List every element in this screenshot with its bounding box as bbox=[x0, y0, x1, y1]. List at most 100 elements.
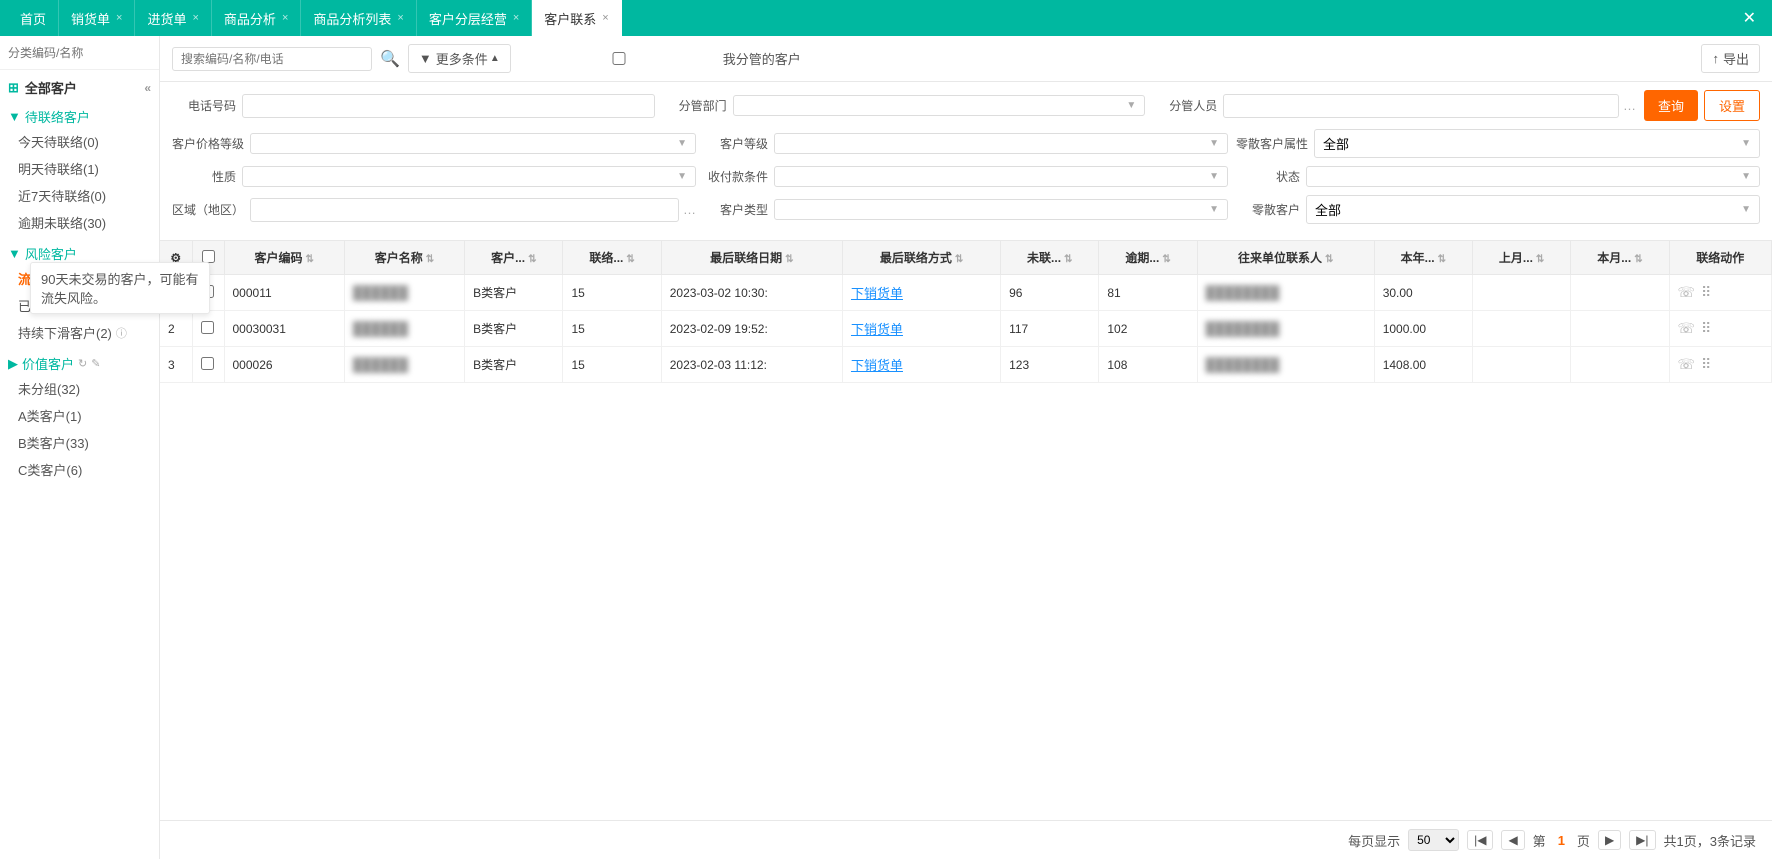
close-tab-customer-tier[interactable]: × bbox=[513, 12, 519, 24]
manager-input[interactable] bbox=[1223, 94, 1619, 118]
close-tab-customer-contact[interactable]: × bbox=[602, 12, 608, 24]
cust-type-select[interactable]: ▼ bbox=[774, 199, 1228, 220]
select-all-checkbox[interactable] bbox=[202, 250, 215, 263]
region-input[interactable] bbox=[250, 198, 679, 222]
th-last-month[interactable]: 上月...⇅ bbox=[1472, 241, 1570, 275]
phone-action-icon[interactable]: ☏ bbox=[1678, 356, 1696, 373]
search-button[interactable]: 🔍 bbox=[380, 49, 400, 69]
per-page-select[interactable]: 50 100 200 bbox=[1408, 829, 1459, 851]
sidebar-group-value-label[interactable]: ▶ 价值客户 ↻ ✎ bbox=[0, 350, 159, 375]
manager-more-icon[interactable]: … bbox=[1623, 98, 1636, 113]
row-checkbox[interactable] bbox=[201, 321, 214, 334]
sidebar-item-b-class[interactable]: B类客户(33) bbox=[0, 429, 159, 456]
close-tab-purchase-order[interactable]: × bbox=[192, 12, 198, 24]
prev-page-button[interactable]: ◀ bbox=[1501, 830, 1524, 850]
tab-home[interactable]: 首页 bbox=[8, 0, 59, 36]
filter-field-manager: 分管人员 … bbox=[1153, 94, 1636, 118]
sidebar-item-7days[interactable]: 近7天待联络(0) bbox=[0, 182, 159, 209]
top-tab-bar: 首页 销货单 × 进货单 × 商品分析 × 商品分析列表 × 客户分层经营 × … bbox=[0, 0, 1772, 36]
sidebar-item-overdue[interactable]: 逾期未联络(30) bbox=[0, 209, 159, 236]
sidebar-item-today[interactable]: 今天待联络(0) bbox=[0, 128, 159, 155]
filter-row-1: 电话号码 分管部门 ▼ 分管人员 … 查询 设置 bbox=[172, 90, 1760, 121]
more-action-icon[interactable]: ⠿ bbox=[1701, 356, 1711, 373]
th-code[interactable]: 客户编码⇅ bbox=[224, 241, 344, 275]
dept-select[interactable]: ▼ bbox=[733, 95, 1146, 116]
chevron-down-icon-cust-type: ▼ bbox=[1209, 204, 1219, 215]
payment-select[interactable]: ▼ bbox=[774, 166, 1228, 187]
nature-select[interactable]: ▼ bbox=[242, 166, 696, 187]
tab-purchase-order[interactable]: 进货单 × bbox=[135, 0, 211, 36]
arrow-down-icon-risk: ▼ bbox=[8, 246, 21, 261]
tab-product-analysis-list[interactable]: 商品分析列表 × bbox=[301, 0, 416, 36]
row-checkbox[interactable] bbox=[201, 357, 214, 370]
cell-checkbox[interactable] bbox=[192, 311, 224, 347]
sort-icon-code: ⇅ bbox=[305, 254, 313, 265]
more-action-icon[interactable]: ⠿ bbox=[1701, 320, 1711, 337]
phone-action-icon[interactable]: ☏ bbox=[1678, 284, 1696, 301]
search-input[interactable] bbox=[172, 47, 372, 71]
export-button[interactable]: ↑ 导出 bbox=[1701, 44, 1760, 73]
sidebar-item-a-class[interactable]: A类客户(1) bbox=[0, 402, 159, 429]
cell-this-month bbox=[1571, 311, 1669, 347]
sidebar-all-customers-header[interactable]: ⊞ 全部客户 « bbox=[0, 70, 159, 101]
phone-action-icon[interactable]: ☏ bbox=[1678, 320, 1696, 337]
cell-last-method[interactable]: 下销货单 bbox=[842, 347, 1000, 383]
tab-product-analysis[interactable]: 商品分析 × bbox=[212, 0, 301, 36]
th-this-month[interactable]: 本月...⇅ bbox=[1571, 241, 1669, 275]
close-tab-product-analysis[interactable]: × bbox=[282, 12, 288, 24]
th-contact-count[interactable]: 联络...⇅ bbox=[563, 241, 661, 275]
sort-icon-last-month: ⇅ bbox=[1536, 254, 1544, 265]
query-button[interactable]: 查询 bbox=[1644, 90, 1698, 121]
cell-seq: 3 bbox=[160, 347, 192, 383]
refresh-icon[interactable]: ↻ bbox=[78, 357, 87, 370]
table-row: 2 00030031 ██████ B类客户 15 2023-02-09 19:… bbox=[160, 311, 1772, 347]
info-icon-declining: ⓘ bbox=[116, 325, 127, 341]
edit-icon[interactable]: ✎ bbox=[91, 357, 100, 370]
tab-sales-order[interactable]: 销货单 × bbox=[59, 0, 135, 36]
close-tab-product-analysis-list[interactable]: × bbox=[397, 12, 403, 24]
cell-last-method[interactable]: 下销货单 bbox=[842, 275, 1000, 311]
cell-contact-person: ████████ bbox=[1197, 311, 1374, 347]
sidebar-item-ungrouped[interactable]: 未分组(32) bbox=[0, 375, 159, 402]
tab-customer-contact[interactable]: 客户联系 × bbox=[532, 0, 621, 36]
zero-attr-select[interactable]: 全部 ▼ bbox=[1314, 129, 1760, 158]
th-last-method[interactable]: 最后联络方式⇅ bbox=[842, 241, 1000, 275]
sidebar-item-declining[interactable]: 持续下滑客户(2) ⓘ bbox=[0, 319, 159, 346]
price-level-select[interactable]: ▼ bbox=[250, 133, 696, 154]
tab-customer-tier[interactable]: 客户分层经营 × bbox=[417, 0, 532, 36]
th-this-year[interactable]: 本年...⇅ bbox=[1374, 241, 1472, 275]
th-last-date[interactable]: 最后联络日期⇅ bbox=[661, 241, 842, 275]
my-customers-checkbox[interactable]: 我分管的客户 bbox=[519, 49, 801, 68]
more-conditions-button[interactable]: ▼ 更多条件 ▲ bbox=[408, 44, 511, 73]
level-select[interactable]: ▼ bbox=[774, 133, 1228, 154]
sort-icon-this-month: ⇅ bbox=[1634, 254, 1642, 265]
collapse-icon[interactable]: « bbox=[144, 81, 151, 95]
last-page-button[interactable]: ▶| bbox=[1629, 830, 1655, 850]
th-level[interactable]: 客户...⇅ bbox=[465, 241, 563, 275]
cell-this-year: 1000.00 bbox=[1374, 311, 1472, 347]
cell-last-method[interactable]: 下销货单 bbox=[842, 311, 1000, 347]
my-customers-check[interactable] bbox=[519, 52, 719, 65]
cell-checkbox[interactable] bbox=[192, 347, 224, 383]
phone-input[interactable] bbox=[242, 94, 655, 118]
th-contact-person[interactable]: 往来单位联系人⇅ bbox=[1197, 241, 1374, 275]
page-label: 第 bbox=[1533, 831, 1546, 850]
more-action-icon[interactable]: ⠿ bbox=[1701, 284, 1711, 301]
sidebar-group-pending-label[interactable]: ▼ 待联络客户 bbox=[0, 103, 159, 128]
zero-cust-select[interactable]: 全部 ▼ bbox=[1306, 195, 1760, 224]
first-page-button[interactable]: |◀ bbox=[1467, 830, 1493, 850]
status-select[interactable]: ▼ bbox=[1306, 166, 1760, 187]
sidebar-search-input[interactable] bbox=[8, 46, 160, 60]
th-name[interactable]: 客户名称⇅ bbox=[344, 241, 464, 275]
th-overdue[interactable]: 逾期...⇅ bbox=[1099, 241, 1197, 275]
cell-uncontacted: 117 bbox=[1001, 311, 1099, 347]
region-more-icon[interactable]: … bbox=[683, 202, 696, 217]
window-close-button[interactable]: ✕ bbox=[1735, 8, 1764, 28]
sidebar-item-tomorrow[interactable]: 明天待联络(1) bbox=[0, 155, 159, 182]
close-tab-sales-order[interactable]: × bbox=[116, 12, 122, 24]
next-page-button[interactable]: ▶ bbox=[1598, 830, 1621, 850]
sidebar-item-c-class[interactable]: C类客户(6) bbox=[0, 456, 159, 483]
settings-button[interactable]: 设置 bbox=[1704, 90, 1760, 121]
th-uncontacted[interactable]: 未联...⇅ bbox=[1001, 241, 1099, 275]
data-table-container: ⚙ 客户编码⇅ 客户名称⇅ 客户...⇅ 联络...⇅ 最后联络日期⇅ 最后联络… bbox=[160, 241, 1772, 820]
